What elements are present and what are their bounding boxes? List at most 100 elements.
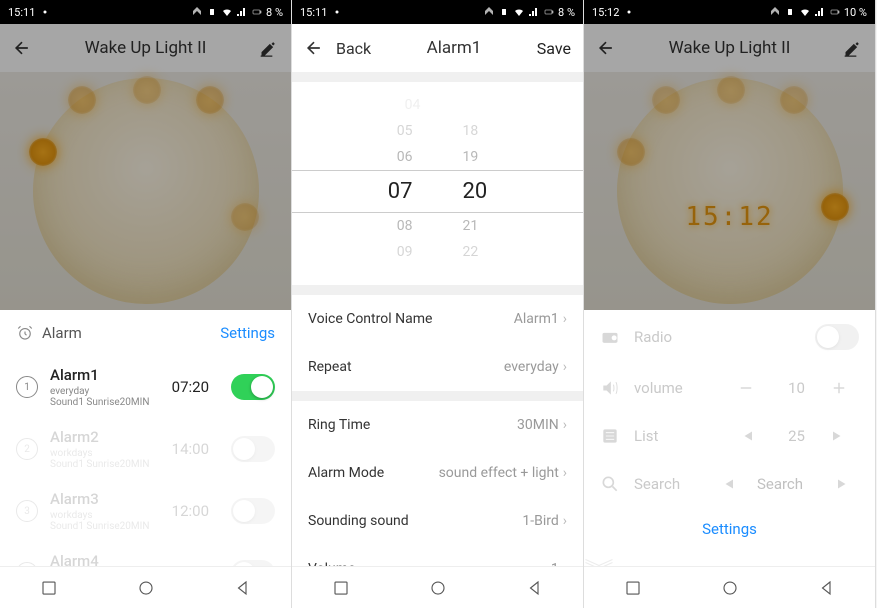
nav-back-icon[interactable] — [234, 579, 252, 597]
search-label: Search — [634, 475, 704, 493]
battery-pct: 10 % — [844, 6, 867, 19]
dnd-icon — [483, 6, 495, 18]
alarm-row[interactable]: 3 Alarm3 workdays Sound1 Sunrise20MIN 12… — [0, 480, 291, 542]
status-bar: 15:12 10 % — [584, 0, 875, 24]
page-title: Wake Up Light II — [669, 38, 791, 58]
save-button[interactable]: Save — [537, 39, 571, 58]
back-label[interactable]: Back — [336, 39, 371, 58]
alarm-toggle[interactable] — [231, 436, 275, 462]
list-icon — [600, 426, 620, 446]
wifi-icon — [513, 6, 525, 18]
lamp-button-icon — [29, 138, 57, 166]
lamp-time-display: 15:12 — [685, 202, 773, 232]
signal-icon — [814, 6, 826, 18]
dnd-icon — [769, 6, 781, 18]
alarm-detail: Sound1 Sunrise20MIN — [50, 397, 160, 408]
nav-home-icon[interactable] — [721, 579, 739, 597]
search-icon — [600, 474, 620, 494]
search-row: Search — [584, 460, 875, 508]
lamp-button-icon — [717, 76, 745, 104]
signal-icon — [236, 6, 248, 18]
setting-alarm-mode[interactable]: Alarm Modesound effect + light› — [292, 449, 583, 497]
status-time: 15:11 — [300, 6, 327, 19]
volume-icon — [600, 378, 620, 398]
wifi-icon — [221, 6, 233, 18]
status-bar: 15:11 8 % — [292, 0, 583, 24]
nav-bar — [292, 566, 583, 608]
lamp-image: 15:12 — [584, 72, 875, 310]
setting-repeat[interactable]: Repeateveryday› — [292, 343, 583, 391]
radio-label: Radio — [634, 328, 672, 346]
prev-icon[interactable] — [737, 427, 755, 445]
lamp-button-icon — [617, 138, 645, 166]
nav-home-icon[interactable] — [137, 579, 155, 597]
nav-back-icon[interactable] — [526, 579, 544, 597]
signal-icon — [528, 6, 540, 18]
radio-row[interactable]: Radio — [584, 310, 875, 364]
alarm-section-label: Alarm — [42, 324, 82, 342]
nav-bar — [584, 566, 875, 608]
lamp-button-icon — [68, 86, 96, 114]
battery-icon — [543, 6, 555, 18]
plus-icon[interactable] — [830, 379, 848, 397]
alarm-name: Alarm1 — [50, 366, 160, 384]
edit-icon[interactable] — [259, 38, 279, 58]
lamp-button-icon — [652, 86, 680, 114]
edit-icon[interactable] — [843, 38, 863, 58]
page-title: Wake Up Light II — [85, 38, 207, 58]
search-input[interactable] — [750, 475, 810, 493]
lamp-button-icon — [780, 86, 808, 114]
setting-sound[interactable]: Sounding sound1-Bird› — [292, 497, 583, 545]
nav-bar — [0, 566, 291, 608]
lamp-button-icon — [196, 86, 224, 114]
vibrate-icon — [206, 6, 218, 18]
alarm-number-icon: 2 — [16, 438, 38, 460]
alarm-time: 07:20 — [172, 378, 209, 396]
nav-back-icon[interactable] — [818, 579, 836, 597]
alarm-number-icon: 3 — [16, 500, 38, 522]
volume-row: volume 10 — [584, 364, 875, 412]
volume-value: 10 — [788, 379, 805, 397]
nav-home-icon[interactable] — [429, 579, 447, 597]
app-bar: Wake Up Light II — [0, 24, 291, 72]
time-picker[interactable]: 04 0518 0619 0720 0821 0922 — [292, 82, 583, 285]
radio-toggle[interactable] — [815, 324, 859, 350]
page-title: Alarm1 — [427, 38, 482, 58]
nav-recent-icon[interactable] — [624, 579, 642, 597]
prev-icon[interactable] — [718, 475, 736, 493]
next-icon[interactable] — [830, 427, 848, 445]
volume-label: volume — [634, 379, 704, 397]
nav-recent-icon[interactable] — [40, 579, 58, 597]
alarm-repeat: everyday — [50, 386, 160, 397]
lamp-image — [0, 72, 291, 310]
minus-icon[interactable] — [737, 379, 755, 397]
settings-link[interactable]: Settings — [220, 324, 275, 342]
back-icon[interactable] — [304, 38, 324, 58]
picker-minute[interactable]: 20 — [463, 179, 488, 204]
app-bar: Back Alarm1 Save — [292, 24, 583, 72]
app-bar: Wake Up Light II — [584, 24, 875, 72]
radio-icon — [600, 327, 620, 347]
notification-dot-icon — [623, 6, 635, 18]
notification-dot-icon — [331, 6, 343, 18]
alarm-toggle[interactable] — [231, 374, 275, 400]
alarm-row[interactable]: 2 Alarm2 workdays Sound1 Sunrise20MIN 14… — [0, 418, 291, 480]
alarm-number-icon: 1 — [16, 376, 38, 398]
alarm-clock-icon — [16, 324, 34, 342]
back-icon[interactable] — [12, 38, 32, 58]
status-time: 15:12 — [592, 6, 619, 19]
next-icon[interactable] — [835, 475, 853, 493]
settings-link[interactable]: Settings — [584, 508, 875, 550]
notification-dot-icon — [39, 6, 51, 18]
lamp-button-icon — [821, 193, 849, 221]
back-icon[interactable] — [596, 38, 616, 58]
alarm-row[interactable]: 1 Alarm1 everyday Sound1 Sunrise20MIN 07… — [0, 356, 291, 418]
setting-voice-control[interactable]: Voice Control NameAlarm1› — [292, 295, 583, 343]
alarm-toggle[interactable] — [231, 498, 275, 524]
vibrate-icon — [784, 6, 796, 18]
battery-icon — [829, 6, 841, 18]
setting-ring-time[interactable]: Ring Time30MIN› — [292, 401, 583, 449]
alarm-section-header: Alarm Settings — [0, 310, 291, 356]
picker-hour[interactable]: 07 — [388, 179, 413, 204]
nav-recent-icon[interactable] — [332, 579, 350, 597]
